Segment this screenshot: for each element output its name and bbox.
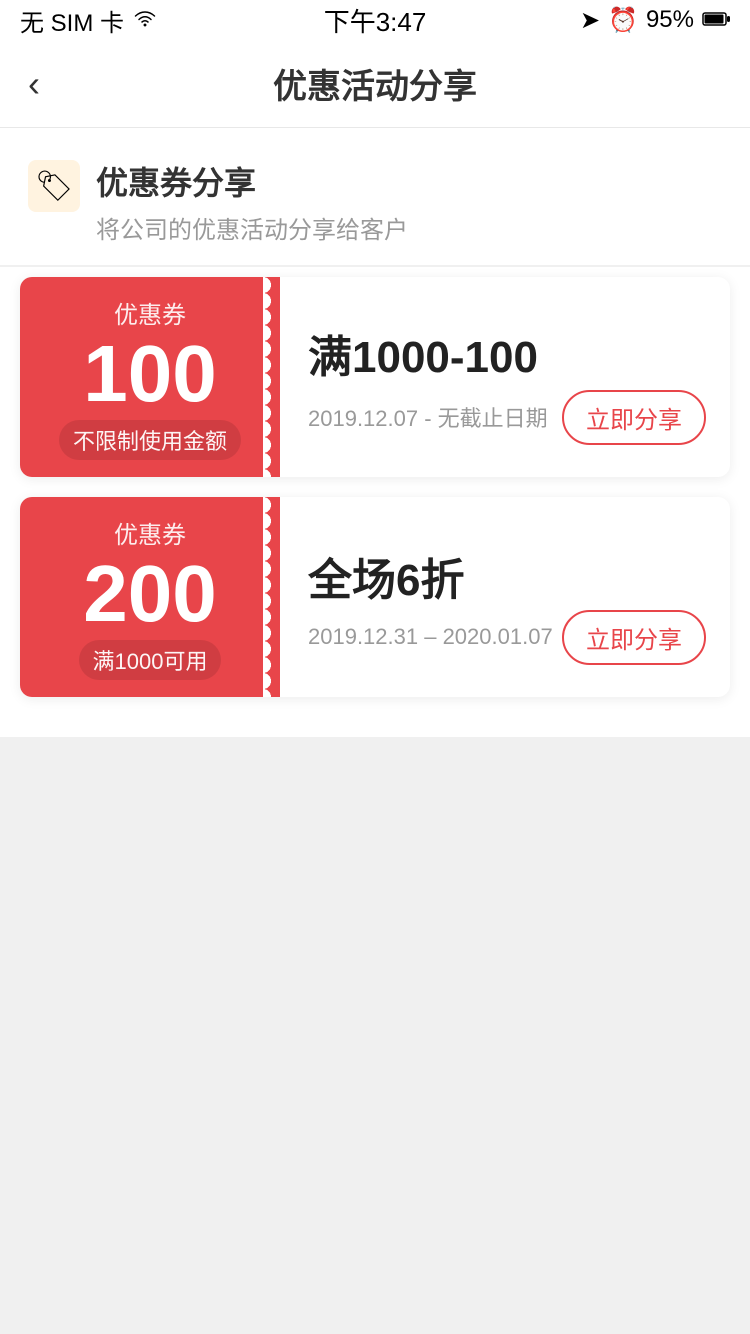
coupon-right-1: 满1000-100 2019.12.07 - 无截止日期 立即分享 xyxy=(280,277,730,477)
carrier-text: 无 SIM 卡 xyxy=(20,3,124,38)
coupon-left-1: 优惠券 100 不限制使用金额 xyxy=(20,277,280,477)
section-text: 优惠券分享 将公司的优惠活动分享给客户 xyxy=(96,158,408,245)
status-left: 无 SIM 卡 xyxy=(20,3,156,38)
status-right: ➤ ⏰ 95% xyxy=(580,6,730,35)
share-button-2[interactable]: 立即分享 xyxy=(562,610,706,665)
coupon-list: 优惠券 100 不限制使用金额 满1000-100 2019.12.07 - 无… xyxy=(0,267,750,737)
battery-percent: 95% xyxy=(646,6,694,34)
battery-icon xyxy=(702,6,730,34)
wifi-icon xyxy=(134,6,156,34)
share-button-1[interactable]: 立即分享 xyxy=(562,390,706,445)
page-title: 优惠活动分享 xyxy=(273,59,477,108)
coupon-amount-2: 200 xyxy=(83,554,216,634)
back-button[interactable]: ‹ xyxy=(28,63,40,105)
section-icon: 🏷 xyxy=(28,160,80,212)
section-title: 优惠券分享 xyxy=(96,158,408,204)
coupon-name-1: 满1000-100 xyxy=(308,321,702,385)
coupon-label-1: 优惠券 xyxy=(114,295,186,330)
coupon-condition-1: 不限制使用金额 xyxy=(59,420,241,460)
status-bar: 无 SIM 卡 下午3:47 ➤ ⏰ 95% xyxy=(0,0,750,40)
coupon-amount-1: 100 xyxy=(83,334,216,414)
section-subtitle: 将公司的优惠活动分享给客户 xyxy=(96,210,408,245)
nav-bar: ‹ 优惠活动分享 xyxy=(0,40,750,128)
coupon-name-2: 全场6折 xyxy=(308,544,702,608)
coupon-right-2: 全场6折 2019.12.31 – 2020.01.07 立即分享 xyxy=(280,497,730,697)
status-time: 下午3:47 xyxy=(324,2,427,39)
section-header: 🏷 优惠券分享 将公司的优惠活动分享给客户 xyxy=(0,128,750,265)
coupon-card-2: 优惠券 200 满1000可用 全场6折 2019.12.31 – 2020.0… xyxy=(20,497,730,697)
location-icon: ➤ xyxy=(580,6,600,35)
coupon-left-2: 优惠券 200 满1000可用 xyxy=(20,497,280,697)
bottom-area xyxy=(0,737,750,1317)
coupon-label-2: 优惠券 xyxy=(114,515,186,550)
coupon-condition-2: 满1000可用 xyxy=(79,640,222,680)
alarm-icon: ⏰ xyxy=(608,6,638,35)
coupon-card-1: 优惠券 100 不限制使用金额 满1000-100 2019.12.07 - 无… xyxy=(20,277,730,477)
